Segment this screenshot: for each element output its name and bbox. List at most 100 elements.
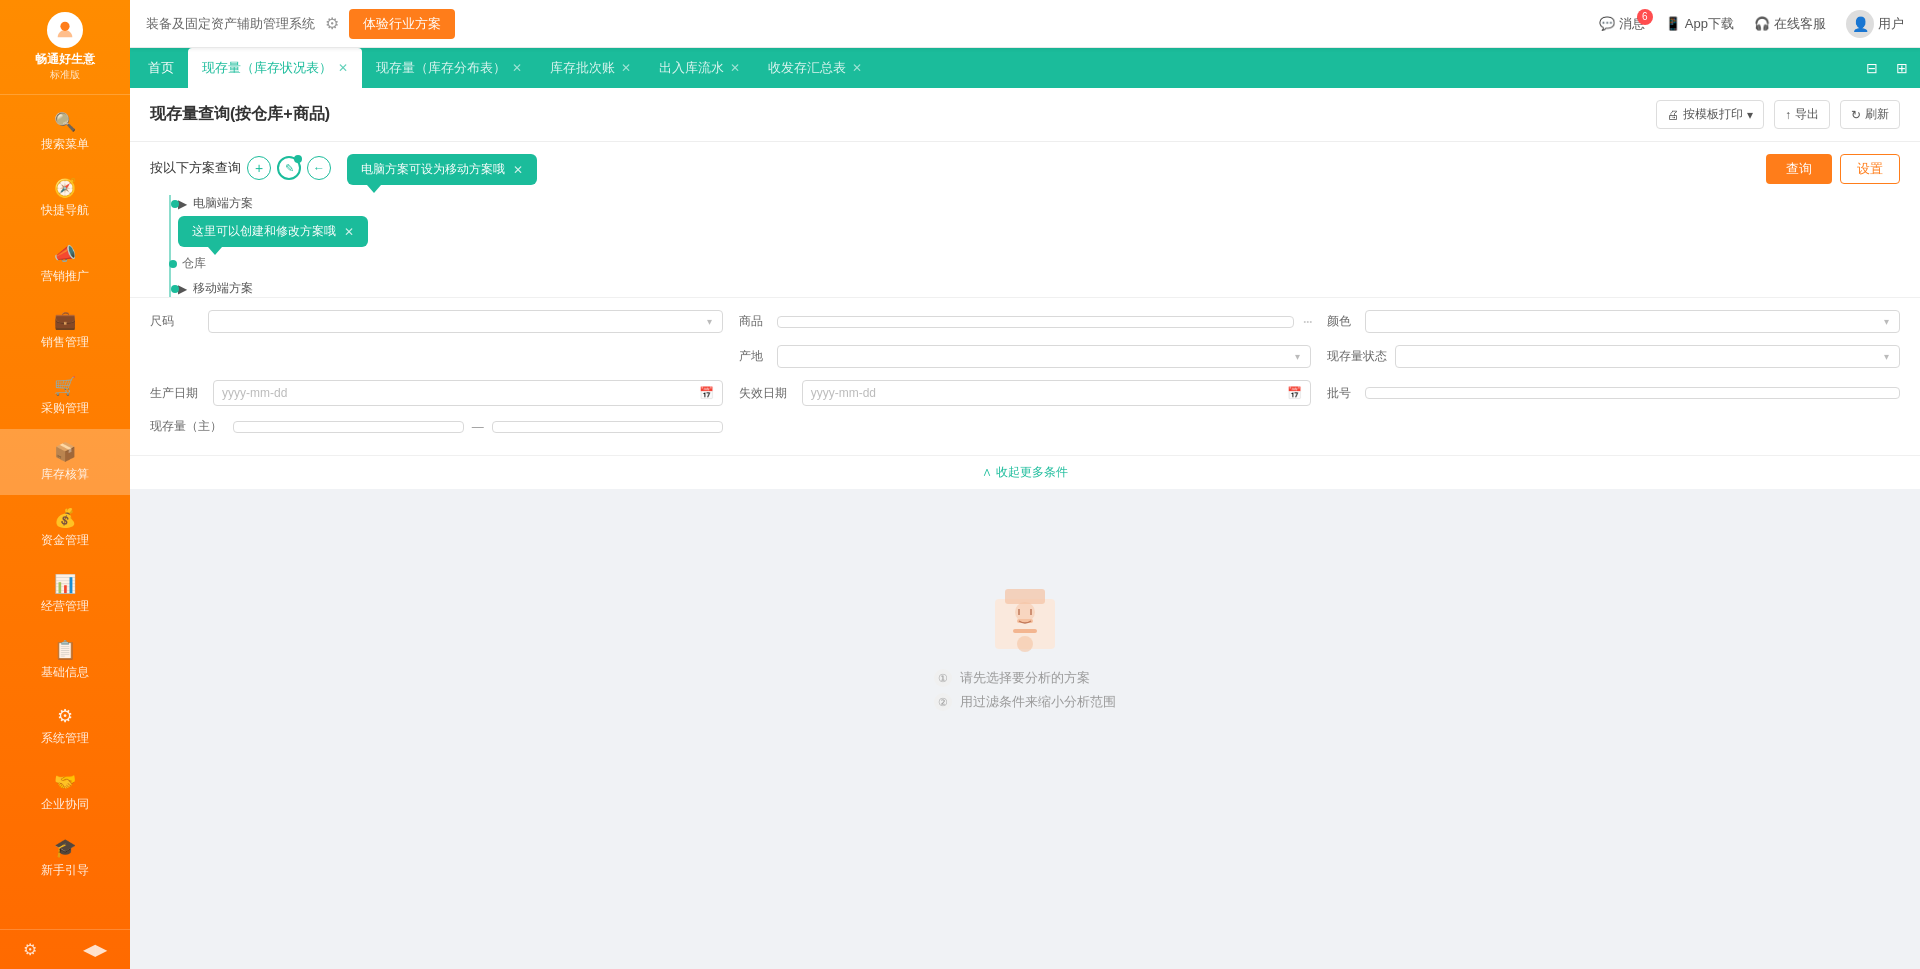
tooltip-create-close-icon[interactable]: ✕ <box>344 225 354 239</box>
collapse-sidebar-icon[interactable]: ◀▶ <box>83 940 107 959</box>
topbar-gear-icon[interactable]: ⚙ <box>325 14 339 33</box>
sidebar-item-marketing[interactable]: 📣 营销推广 <box>0 231 130 297</box>
size-select[interactable]: ▾ <box>208 310 723 333</box>
color-select[interactable]: ▾ <box>1365 310 1900 333</box>
tabbar-actions: ⊟ ⊞ <box>1858 56 1916 80</box>
settings-button[interactable]: 设置 <box>1840 154 1900 184</box>
stock-main-max-input[interactable] <box>492 421 723 433</box>
sidebar-item-enterprise[interactable]: 🤝 企业协同 <box>0 759 130 825</box>
empty-field-3 <box>1327 418 1900 435</box>
production-date-field: 生产日期 yyyy-mm-dd 📅 <box>150 380 723 406</box>
sidebar-item-label: 新手引导 <box>41 862 89 879</box>
batch-input[interactable] <box>1365 387 1900 399</box>
stock-main-label: 现存量（主） <box>150 418 225 435</box>
sidebar-item-finance[interactable]: 💰 资金管理 <box>0 495 130 561</box>
sidebar-item-basic[interactable]: 📋 基础信息 <box>0 627 130 693</box>
empty-illustration <box>975 569 1075 669</box>
stock-main-min-input[interactable] <box>233 421 464 433</box>
main-content: 现存量查询(按仓库+商品) 🖨 按模板打印 ▾ ↑ 导出 ↻ 刷新 按以下方案查… <box>130 88 1920 969</box>
trial-button[interactable]: 体验行业方案 <box>349 9 455 39</box>
sidebar-item-sales[interactable]: 💼 销售管理 <box>0 297 130 363</box>
sidebar-item-search[interactable]: 🔍 搜索菜单 <box>0 99 130 165</box>
user-item[interactable]: 👤 用户 <box>1846 10 1904 38</box>
add-scheme-icon[interactable]: + <box>247 156 271 180</box>
export-button[interactable]: ↑ 导出 <box>1774 100 1830 129</box>
color-field: 颜色 ▾ <box>1327 310 1900 333</box>
empty-tip-2: ② 用过滤条件来缩小分析范围 <box>934 693 1116 711</box>
edit-scheme-icon[interactable]: ✎ <box>277 156 301 180</box>
stock-range-separator: — <box>472 420 484 434</box>
tab-stock-dist[interactable]: 现存量（库存分布表） ✕ <box>362 48 536 88</box>
app-download-item[interactable]: 📱 App下载 <box>1665 15 1734 33</box>
svg-point-6 <box>1015 602 1035 622</box>
sidebar-item-label: 快捷导航 <box>41 202 89 219</box>
tab-summary-close[interactable]: ✕ <box>852 61 862 75</box>
cart-icon: 🛒 <box>54 375 76 397</box>
goods-dots-icon[interactable]: ··· <box>1302 311 1311 332</box>
collapse-button[interactable]: ∧ 收起更多条件 <box>130 455 1920 489</box>
tab-maximize-icon[interactable]: ⊞ <box>1888 56 1916 80</box>
warehouse-label-prefix: 仓库 <box>182 255 206 272</box>
money-icon: 💰 <box>54 507 76 529</box>
refresh-button[interactable]: ↻ 刷新 <box>1840 100 1900 129</box>
sidebar-item-label: 经营管理 <box>41 598 89 615</box>
origin-select[interactable]: ▾ <box>777 345 1312 368</box>
filter-row-2: 产地 ▾ 现存量状态 ▾ <box>150 345 1900 368</box>
tip-text-1: 请先选择要分析的方案 <box>960 669 1090 687</box>
tab-flow-close[interactable]: ✕ <box>730 61 740 75</box>
tab-batch-close[interactable]: ✕ <box>621 61 631 75</box>
goods-label: 商品 <box>739 313 769 330</box>
stock-status-select[interactable]: ▾ <box>1395 345 1900 368</box>
logo-area: 畅通好生意 标准版 <box>0 0 130 95</box>
sidebar-item-label: 资金管理 <box>41 532 89 549</box>
print-dropdown-icon: ▾ <box>1747 108 1753 122</box>
stock-status-field: 现存量状态 ▾ <box>1327 345 1900 368</box>
page-header: 现存量查询(按仓库+商品) 🖨 按模板打印 ▾ ↑ 导出 ↻ 刷新 <box>130 88 1920 142</box>
goods-input[interactable] <box>777 316 1295 328</box>
online-support-item[interactable]: 🎧 在线客服 <box>1754 15 1826 33</box>
expiry-date-input[interactable]: yyyy-mm-dd 📅 <box>802 380 1312 406</box>
tab-flow-label: 出入库流水 <box>659 59 724 77</box>
graduate-icon: 🎓 <box>54 837 76 859</box>
tab-flow[interactable]: 出入库流水 ✕ <box>645 48 754 88</box>
tooltip-create-scheme-container: 这里可以创建和修改方案哦 ✕ <box>164 216 1900 247</box>
sidebar-item-management[interactable]: 📊 经营管理 <box>0 561 130 627</box>
system-title: 装备及固定资产辅助管理系统 <box>146 15 315 33</box>
sidebar-item-system[interactable]: ⚙ 系统管理 <box>0 693 130 759</box>
tooltip-close-icon[interactable]: ✕ <box>513 163 523 177</box>
message-item[interactable]: 💬 消息 6 <box>1599 15 1645 33</box>
settings-bottom-icon[interactable]: ⚙ <box>23 940 37 959</box>
app-download-label: App下载 <box>1685 15 1734 33</box>
tip-num-2: ② <box>934 693 952 711</box>
tab-stock-dist-close[interactable]: ✕ <box>512 61 522 75</box>
sidebar-item-inventory[interactable]: 📦 库存核算 <box>0 429 130 495</box>
phone-icon: 📱 <box>1665 16 1681 31</box>
tab-home[interactable]: 首页 <box>134 48 188 88</box>
arrow-left-icon[interactable]: ← <box>307 156 331 180</box>
sidebar: 畅通好生意 标准版 🔍 搜索菜单 🧭 快捷导航 📣 营销推广 💼 销售管理 🛒 … <box>0 0 130 969</box>
search-button[interactable]: 查询 <box>1766 154 1832 184</box>
origin-label: 产地 <box>739 348 769 365</box>
tab-stock-status-close[interactable]: ✕ <box>338 61 348 75</box>
print-button[interactable]: 🖨 按模板打印 ▾ <box>1656 100 1764 129</box>
sidebar-item-label: 采购管理 <box>41 400 89 417</box>
production-date-input[interactable]: yyyy-mm-dd 📅 <box>213 380 723 406</box>
export-icon: ↑ <box>1785 108 1791 122</box>
tab-batch[interactable]: 库存批次账 ✕ <box>536 48 645 88</box>
message-icon: 💬 <box>1599 16 1615 31</box>
sidebar-item-label: 基础信息 <box>41 664 89 681</box>
sidebar-item-guide[interactable]: 🎓 新手引导 <box>0 825 130 891</box>
tab-summary[interactable]: 收发存汇总表 ✕ <box>754 48 876 88</box>
tab-minimize-icon[interactable]: ⊟ <box>1858 56 1886 80</box>
tab-stock-status[interactable]: 现存量（库存状况表） ✕ <box>188 48 362 88</box>
sidebar-item-nav[interactable]: 🧭 快捷导航 <box>0 165 130 231</box>
svg-point-0 <box>60 22 69 31</box>
collapse-label: 收起更多条件 <box>996 465 1068 479</box>
production-date-placeholder: yyyy-mm-dd <box>222 386 287 400</box>
stock-status-label: 现存量状态 <box>1327 348 1387 365</box>
sidebar-item-label: 营销推广 <box>41 268 89 285</box>
tooltip-mobile-scheme: 电脑方案可设为移动方案哦 ✕ <box>347 154 537 185</box>
logo-badge: 标准版 <box>50 68 80 82</box>
tip-num-1: ① <box>934 669 952 687</box>
sidebar-item-purchase[interactable]: 🛒 采购管理 <box>0 363 130 429</box>
